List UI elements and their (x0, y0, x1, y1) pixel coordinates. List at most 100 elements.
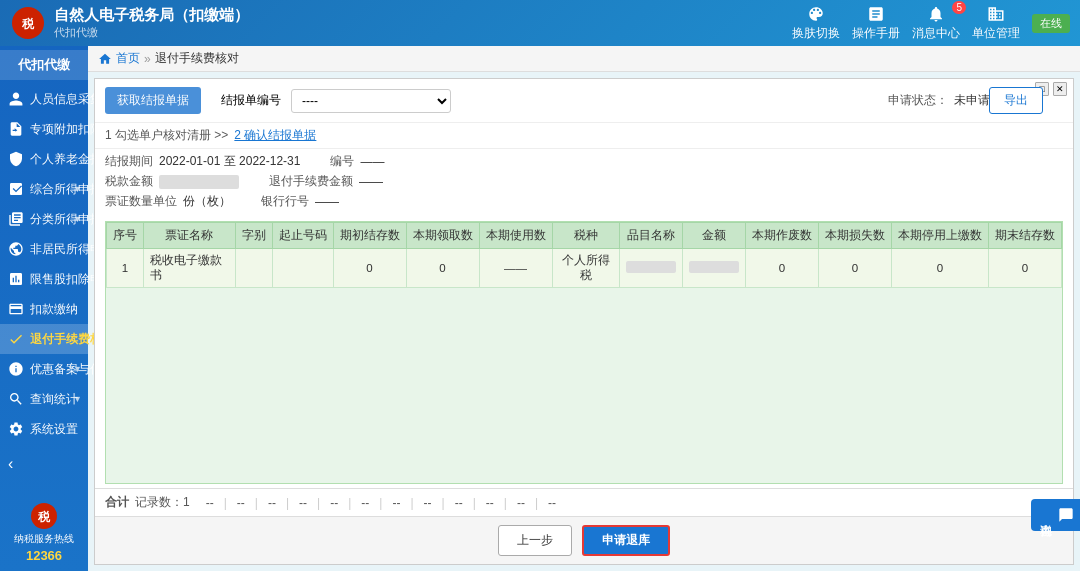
status-container: 申请状态： 未申请 ? (888, 92, 1003, 109)
tax-value (159, 175, 239, 189)
table-header-row: 序号 票证名称 字别 起止号码 期初结存数 本期领取数 本期使用数 税种 品目名… (107, 223, 1062, 249)
export-btn[interactable]: 导出 (989, 87, 1043, 114)
page-header: 获取结报单据 结报单编号 ---- 申请状态： 未申请 ? 导出 (95, 79, 1073, 123)
submit-btn[interactable]: 申请退库 (582, 525, 670, 556)
col-zi: 字别 (235, 223, 272, 249)
sidebar-item-special[interactable]: 专项附加扣除信息采集 (0, 114, 88, 144)
sidebar-item-query-stats[interactable]: 查询统计 ▼ (0, 384, 88, 414)
cell-0-13: 0 (989, 249, 1062, 288)
ticket-value: 份（枚） (183, 193, 231, 210)
manual-btn[interactable]: 操作手册 (852, 5, 900, 42)
col-benci-yong: 本期使用数 (479, 223, 552, 249)
breadcrumb-home[interactable]: 首页 (116, 50, 140, 67)
app-subtitle: 代扣代缴 (54, 25, 792, 40)
period-label: 结报期间 (105, 153, 153, 170)
footer-count: 记录数：1 (135, 494, 190, 511)
cell-0-7: 个人所得税 (552, 249, 620, 288)
footer-sep-11: | (535, 496, 538, 510)
col-benci-ling: 本期领取数 (406, 223, 479, 249)
table-row: 1税收电子缴款书00——个人所得税0000 (107, 249, 1062, 288)
manual-label: 操作手册 (852, 25, 900, 42)
footer-cell-2: -- (237, 496, 245, 510)
top-bar: 税 自然人电子税务局（扣缴端） 代扣代缴 换肤切换 操作手册 5 消息中心 单位… (0, 0, 1080, 46)
col-pinmu: 品目名称 (620, 223, 683, 249)
sidebar-item-personnel[interactable]: 人员信息采集 (0, 84, 88, 114)
sidebar-item-classified-label: 分类所得申报 (30, 212, 102, 227)
footer-cell-10: -- (486, 496, 494, 510)
sidebar-item-deduct-error[interactable]: 扣款缴纳 (0, 294, 88, 324)
page-footer: 合计 记录数：1 -- | -- | -- | -- | -- | -- | -… (95, 488, 1073, 516)
cell-0-3 (272, 249, 333, 288)
cell-0-12: 0 (892, 249, 989, 288)
action-bar: 上一步 申请退库 (95, 516, 1073, 564)
home-icon (98, 52, 112, 66)
breadcrumb-separator: » (144, 52, 151, 66)
bank-value: —— (315, 195, 339, 209)
bank-label: 银行行号 (261, 193, 309, 210)
sidebar-item-comprehensive[interactable]: 综合所得申报 ▼ (0, 174, 88, 204)
app-logo: 税 (10, 5, 46, 41)
footer-cell-4: -- (299, 496, 307, 510)
breadcrumb-current: 退付手续费核对 (155, 50, 239, 67)
sidebar-item-classified[interactable]: 分类所得申报 ▼ (0, 204, 88, 234)
sidebar-item-comprehensive-label: 综合所得申报 (30, 182, 102, 197)
unit-manage-label: 单位管理 (972, 25, 1020, 42)
cell-0-10: 0 (746, 249, 819, 288)
period-value: 2022-01-01 至 2022-12-31 (159, 153, 300, 170)
message-btn[interactable]: 5 消息中心 (912, 5, 960, 42)
footer-cell-7: -- (392, 496, 400, 510)
info-row-1: 结报期间 2022-01-01 至 2022-12-31 编号 —— (105, 153, 1063, 170)
status-label: 申请状态： (888, 92, 948, 109)
skin-switch-btn[interactable]: 换肤切换 (792, 5, 840, 42)
tax-consult-btn[interactable]: 办税咨询 (1031, 499, 1080, 531)
jiebao-select[interactable]: ---- (291, 89, 451, 113)
cell-0-1: 税收电子缴款书 (144, 249, 236, 288)
cell-0-0: 1 (107, 249, 144, 288)
info-row-2: 税款金额 退付手续费金额 —— (105, 173, 1063, 190)
app-title: 自然人电子税务局（扣缴端） (54, 6, 792, 25)
cell-0-5: 0 (406, 249, 479, 288)
chat-icon (1058, 507, 1074, 523)
bianhao-value: —— (360, 155, 384, 169)
footer-cell-12: -- (548, 496, 556, 510)
sidebar-item-refund-verify[interactable]: 退付手续费核对 (0, 324, 88, 354)
fetch-report-btn[interactable]: 获取结报单据 (105, 87, 201, 114)
cell-0-9 (683, 249, 746, 288)
online-status: 在线 (1032, 14, 1070, 33)
col-qimo-cun: 期末结存数 (989, 223, 1062, 249)
footer-sep-4: | (317, 496, 320, 510)
col-benci-ting: 本期停用上缴数 (892, 223, 989, 249)
data-table: 序号 票证名称 字别 起止号码 期初结存数 本期领取数 本期使用数 税种 品目名… (106, 222, 1062, 288)
page-container: □ ✕ 获取结报单据 结报单编号 ---- 申请状态： 未申请 ? 导出 (94, 78, 1074, 565)
tax-service-label: 纳税服务热线 (14, 532, 74, 546)
close-btn[interactable]: ✕ (1053, 82, 1067, 96)
sidebar-collapse-btn[interactable]: ‹ (0, 448, 88, 480)
col-tax-type: 税种 (552, 223, 620, 249)
footer-cell-5: -- (330, 496, 338, 510)
prev-btn[interactable]: 上一步 (498, 525, 572, 556)
sidebar-item-system-settings[interactable]: 系统设置 (0, 414, 88, 444)
step-row: 1 勾选单户核对清册 >> 2 确认结报单据 (95, 123, 1073, 149)
optimized-expand-icon: ▼ (73, 364, 82, 374)
cell-0-2 (235, 249, 272, 288)
sidebar-item-optimized[interactable]: 优惠备案与信息报送 ▼ (0, 354, 88, 384)
sidebar-item-limit-deduct[interactable]: 限售股扣除申报 (0, 264, 88, 294)
sidebar-item-nonresident[interactable]: 非居民所得申报 (0, 234, 88, 264)
cell-0-4: 0 (333, 249, 406, 288)
bank-item: 银行行号 —— (261, 193, 339, 210)
query-stats-expand-icon: ▼ (73, 394, 82, 404)
sidebar-item-pension[interactable]: 个人养老金扣除信息采集 (0, 144, 88, 174)
tax-service-logo: 税 (30, 502, 58, 530)
refund-item: 退付手续费金额 —— (269, 173, 383, 190)
sidebar-header: 代扣代缴 (0, 50, 88, 80)
app-title-group: 自然人电子税务局（扣缴端） 代扣代缴 (54, 6, 792, 40)
step2-link[interactable]: 2 确认结报单据 (234, 127, 316, 144)
unit-manage-btn[interactable]: 单位管理 (972, 5, 1020, 42)
ticket-item: 票证数量单位 份（枚） (105, 193, 231, 210)
footer-sep-7: | (410, 496, 413, 510)
cell-0-11: 0 (819, 249, 892, 288)
period-item: 结报期间 2022-01-01 至 2022-12-31 (105, 153, 300, 170)
footer-sep-5: | (348, 496, 351, 510)
footer-cell-9: -- (455, 496, 463, 510)
message-badge: 5 (952, 1, 966, 14)
